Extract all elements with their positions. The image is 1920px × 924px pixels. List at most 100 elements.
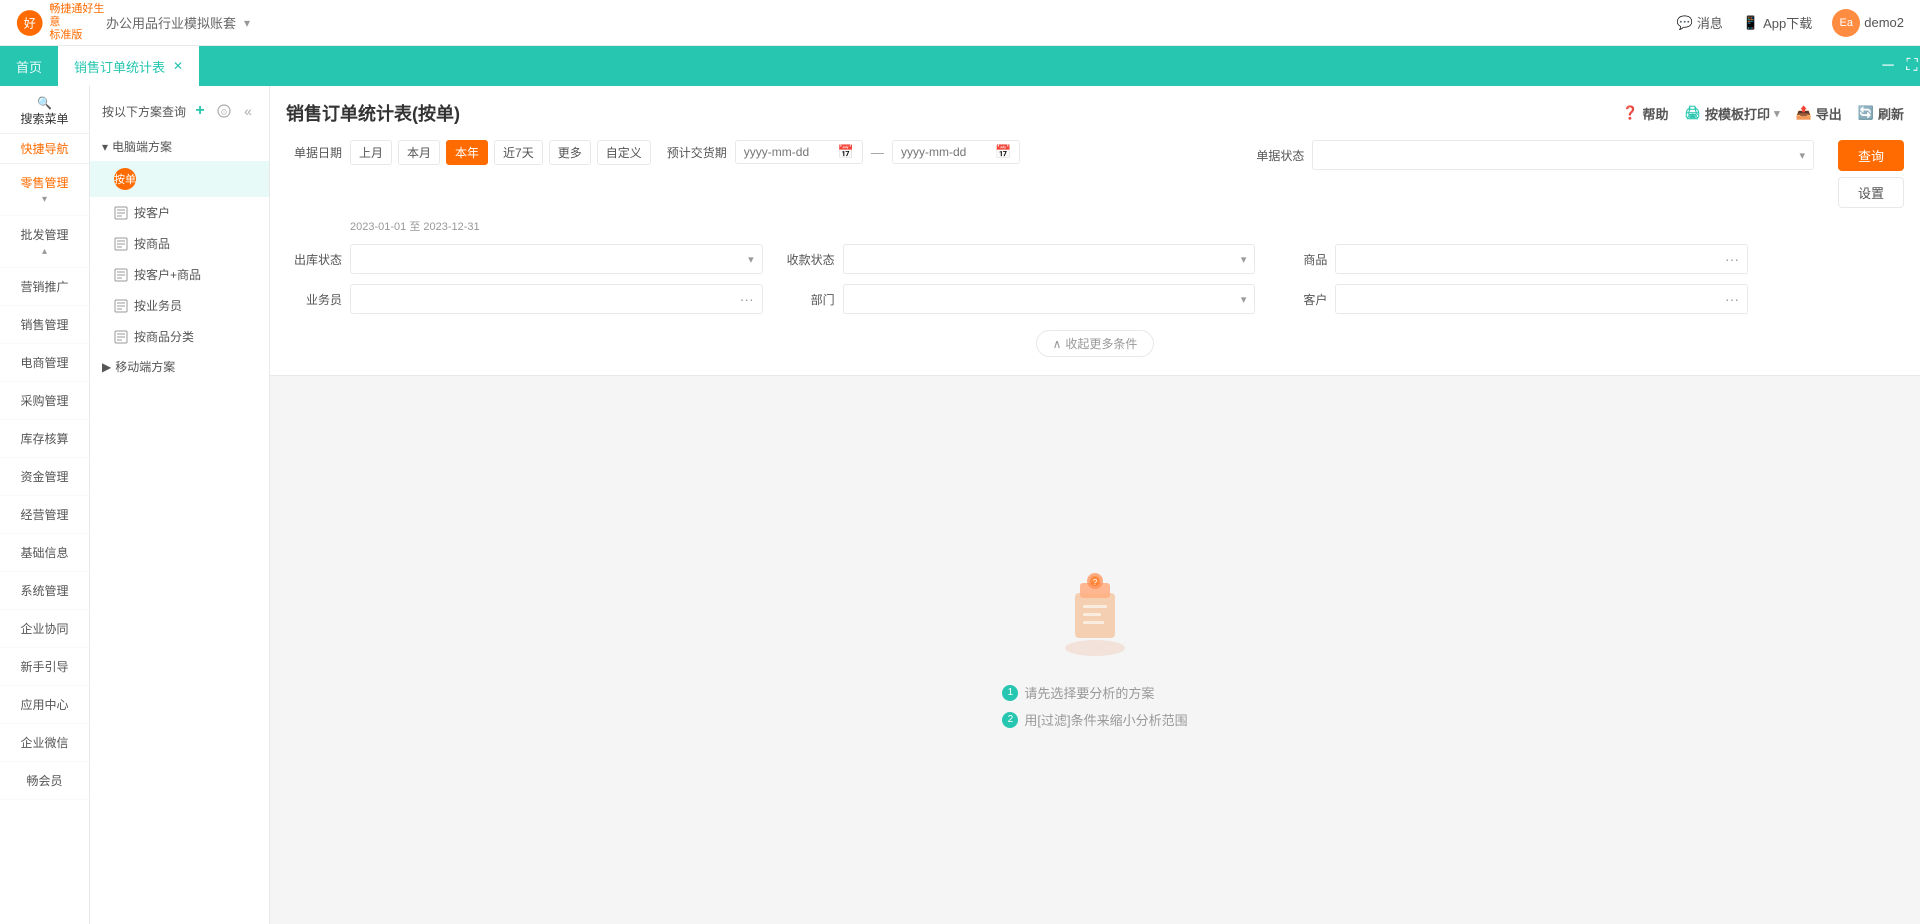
sidebar-item-system[interactable]: 系统管理 <box>0 572 89 610</box>
sidebar-item-corp[interactable]: 企业协同 <box>0 610 89 648</box>
sidebar-item-purchase[interactable]: 采购管理 <box>0 382 89 420</box>
expected-date-start-input[interactable]: 📅 <box>735 140 863 164</box>
breadcrumb-text: 办公用品行业模拟账套 <box>106 13 236 32</box>
scheme-goods-label: 按商品 <box>134 235 170 252</box>
add-scheme-button[interactable]: + <box>191 102 209 120</box>
ship-status-arrow-icon: ▾ <box>748 253 754 266</box>
sidebar-item-newbie[interactable]: 新手引导 <box>0 648 89 686</box>
tab-home[interactable]: 首页 <box>0 46 58 86</box>
collapse-up-icon: ∧ <box>1053 337 1062 351</box>
avatar: Ea <box>1832 9 1860 37</box>
collapse-filter-button[interactable]: ∧ 收起更多条件 <box>286 322 1904 365</box>
refresh-button[interactable]: 🔄 刷新 <box>1858 104 1904 123</box>
empty-tip-1: 1 请先选择要分析的方案 <box>1002 683 1187 702</box>
status-select[interactable]: ▾ <box>1312 140 1814 170</box>
dept-select[interactable]: ▾ <box>843 284 1256 314</box>
sidebar-item-ops[interactable]: 经营管理 <box>0 496 89 534</box>
window-minimize-button[interactable]: ─ <box>1880 58 1896 74</box>
sidebar-wholesale-label: 批发管理 <box>20 226 68 243</box>
pc-section-label: 电脑端方案 <box>112 138 172 155</box>
expected-date-end-field[interactable] <box>901 145 991 159</box>
sidebar-purchase-label: 采购管理 <box>20 392 68 409</box>
app-download-button[interactable]: 📱 App下载 <box>1743 13 1812 32</box>
customer-input[interactable]: ··· <box>1335 284 1748 314</box>
pay-status-select[interactable]: ▾ <box>843 244 1256 274</box>
sidebar-system-label: 系统管理 <box>20 582 68 599</box>
help-button[interactable]: ❓ 帮助 <box>1622 104 1668 123</box>
window-maximize-button[interactable]: ⛶ <box>1904 58 1920 74</box>
date-btn-custom[interactable]: 自定义 <box>597 140 651 165</box>
expected-date-end-input[interactable]: 📅 <box>892 140 1020 164</box>
goods-label: 商品 <box>1271 251 1327 268</box>
help-icon: ❓ <box>1622 105 1638 121</box>
tab-sales-stat[interactable]: 销售订单统计表 ✕ <box>58 46 199 86</box>
sidebar-item-apps[interactable]: 应用中心 <box>0 686 89 724</box>
setting-button[interactable]: 设置 <box>1838 177 1904 208</box>
pay-status-label: 收款状态 <box>779 251 835 268</box>
status-arrow-icon: ▾ <box>1799 149 1805 162</box>
ship-status-select[interactable]: ▾ <box>350 244 763 274</box>
staff-input[interactable]: ··· <box>350 284 763 314</box>
left-panel-title: 按以下方案查询 <box>102 103 186 120</box>
tip-1-text: 请先选择要分析的方案 <box>1024 683 1154 702</box>
query-button[interactable]: 查询 <box>1838 140 1904 171</box>
empty-tip-2: 2 用[过滤]条件来缩小分析范围 <box>1002 710 1187 729</box>
sidebar-item-wholesale[interactable]: 批发管理 ▴ <box>0 216 89 268</box>
search-icon: 🔍 <box>8 96 81 110</box>
staff-dots[interactable]: ··· <box>740 291 754 307</box>
page-title-actions: ❓ 帮助 🖨 按模板打印 ▾ 📤 导出 🔄 <box>1622 104 1904 123</box>
date-btn-this-year[interactable]: 本年 <box>446 140 488 165</box>
scheme-by-category[interactable]: 按商品分类 <box>90 321 269 352</box>
sidebar-search-button[interactable]: 🔍 搜索菜单 <box>0 86 89 134</box>
sidebar-item-member[interactable]: 畅会员 <box>0 762 89 800</box>
scheme-by-staff[interactable]: 按业务员 <box>90 290 269 321</box>
print-button[interactable]: 🖨 按模板打印 ▾ <box>1685 104 1780 123</box>
status-label: 单据状态 <box>1248 147 1304 164</box>
tab-close-icon[interactable]: ✕ <box>173 59 183 73</box>
sidebar-item-sales[interactable]: 销售管理 <box>0 306 89 344</box>
sidebar-item-inventory[interactable]: 库存核算 <box>0 420 89 458</box>
collapse-panel-button[interactable]: « <box>239 102 257 120</box>
customer-dots[interactable]: ··· <box>1725 291 1739 307</box>
print-icon: 🖨 <box>1685 105 1702 121</box>
messages-button[interactable]: 💬 消息 <box>1677 13 1723 32</box>
goods-dots[interactable]: ··· <box>1725 251 1739 267</box>
scheme-by-customer[interactable]: 按客户 <box>90 197 269 228</box>
sidebar-item-ecommerce[interactable]: 电商管理 <box>0 344 89 382</box>
collapse-text: ∧ 收起更多条件 <box>1036 330 1155 357</box>
date-range-display: 2023-01-01 至 2023-12-31 <box>350 221 480 233</box>
scheme-by-order[interactable]: 按单 <box>90 161 269 197</box>
date-buttons-group: 上月 本月 本年 近7天 更多 自定义 <box>350 140 651 165</box>
refresh-icon: 🔄 <box>1858 105 1874 121</box>
sidebar-item-basic[interactable]: 基础信息 <box>0 534 89 572</box>
sidebar-item-finance[interactable]: 资金管理 <box>0 458 89 496</box>
mobile-section-header[interactable]: ▶ 移动端方案 <box>90 352 269 381</box>
date-btn-last-month[interactable]: 上月 <box>350 140 392 165</box>
messages-label: 消息 <box>1697 13 1723 32</box>
date-btn-more[interactable]: 更多 <box>549 140 591 165</box>
pc-section-header[interactable]: ▾ 电脑端方案 <box>90 132 269 161</box>
sidebar-ecommerce-label: 电商管理 <box>20 354 68 371</box>
sidebar-item-wechat[interactable]: 企业微信 <box>0 724 89 762</box>
scheme-by-cust-goods[interactable]: 按客户+商品 <box>90 259 269 290</box>
sidebar-item-retail[interactable]: 零售管理 ▾ <box>0 164 89 216</box>
goods-input[interactable]: ··· <box>1335 244 1748 274</box>
sidebar-item-marketing[interactable]: 营销推广 <box>0 268 89 306</box>
query-btn-group: 查询 设置 <box>1838 140 1904 208</box>
tip-num-1: 1 <box>1002 685 1018 701</box>
user-menu[interactable]: Ea demo2 <box>1832 9 1904 37</box>
export-button[interactable]: 📤 导出 <box>1796 104 1842 123</box>
expected-date-start-field[interactable] <box>744 145 834 159</box>
date-btn-last7[interactable]: 近7天 <box>494 140 543 165</box>
sidebar-member-label: 畅会员 <box>26 772 62 789</box>
sidebar-inventory-label: 库存核算 <box>20 430 68 447</box>
svg-text:⊙: ⊙ <box>221 108 228 117</box>
date-btn-this-month[interactable]: 本月 <box>398 140 440 165</box>
tab-sales-stat-label: 销售订单统计表 <box>74 57 165 76</box>
right-panel: 销售订单统计表(按单) ❓ 帮助 🖨 按模板打印 ▾ 📤 <box>270 86 1920 924</box>
edit-scheme-button[interactable]: ⊙ <box>215 102 233 120</box>
scheme-by-goods[interactable]: 按商品 <box>90 228 269 259</box>
pc-section-arrow-icon: ▾ <box>102 140 108 154</box>
svg-text:?: ? <box>1093 578 1098 587</box>
sidebar-quicknav-button[interactable]: 快捷导航 <box>0 134 89 164</box>
